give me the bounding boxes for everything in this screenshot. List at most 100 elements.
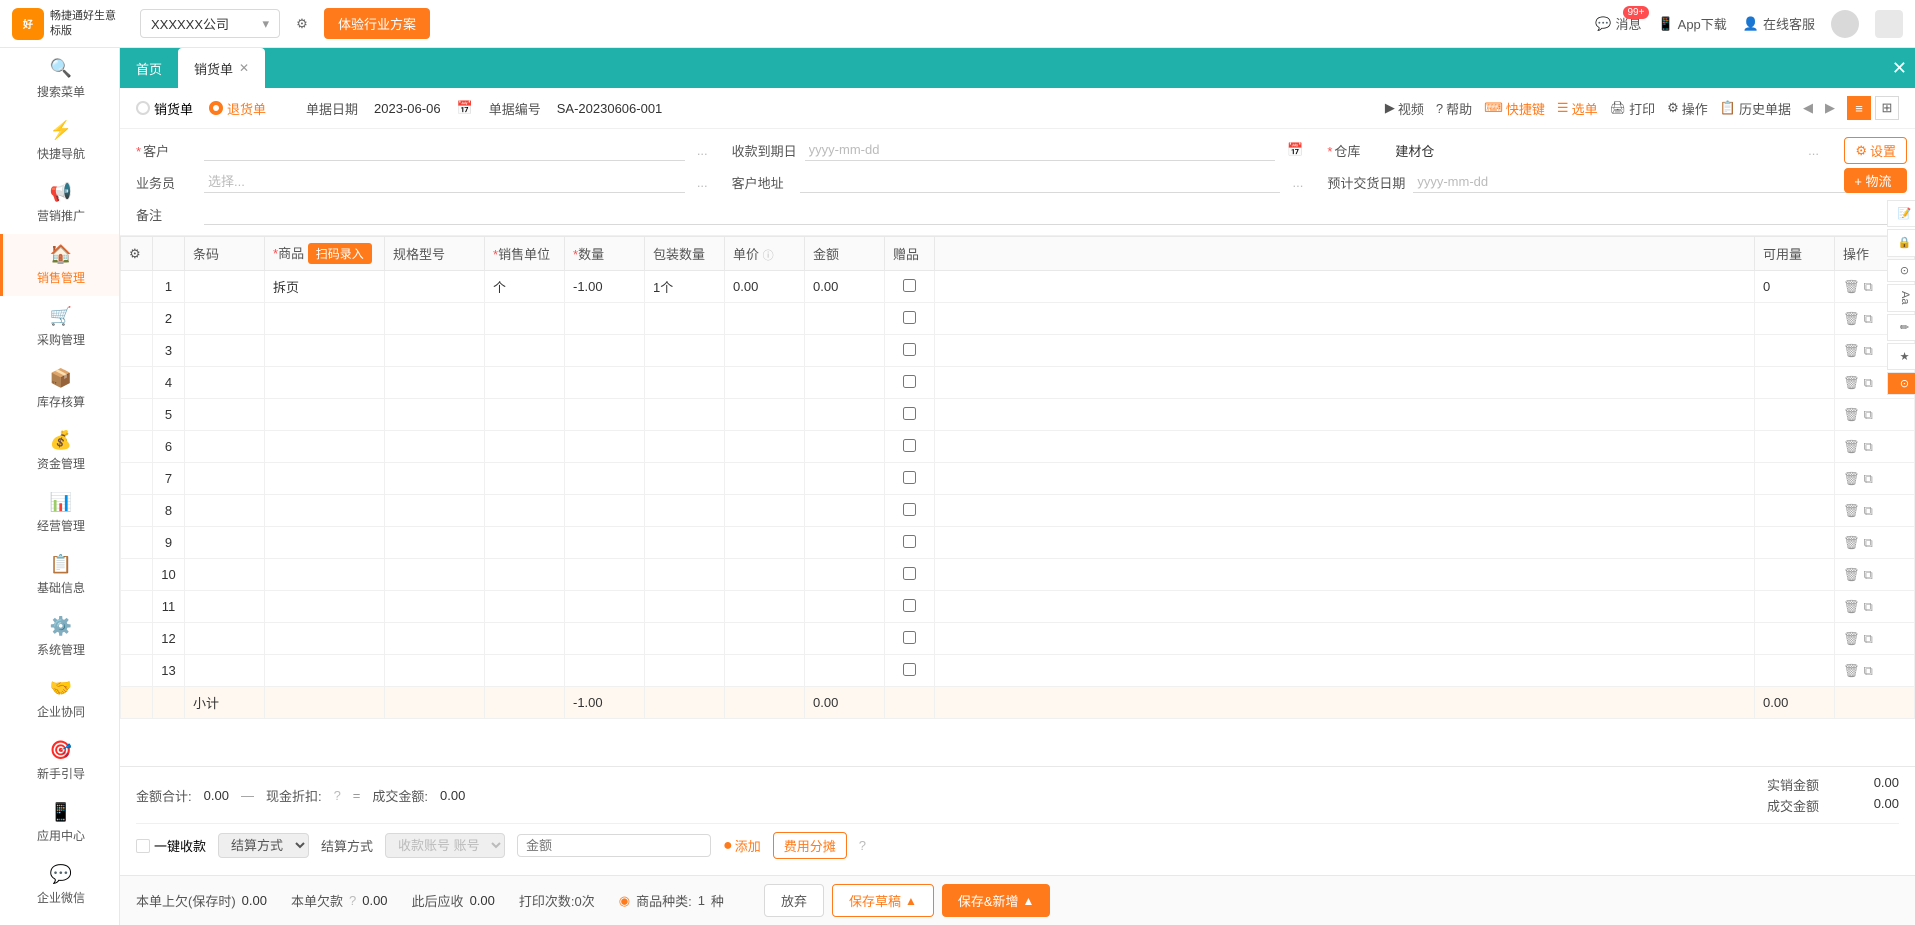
row-unit[interactable]: [485, 559, 565, 591]
delete-icon[interactable]: 🗑: [1843, 439, 1860, 455]
expense-btn[interactable]: 费用分摊: [773, 832, 847, 859]
tab-close-icon[interactable]: ✕: [239, 61, 249, 75]
row-qty[interactable]: [565, 431, 645, 463]
expense-help-icon[interactable]: ?: [859, 838, 866, 853]
delete-icon[interactable]: 🗑: [1843, 343, 1860, 359]
row-spec[interactable]: [385, 399, 485, 431]
row-spec[interactable]: [385, 303, 485, 335]
experience-btn[interactable]: 体验行业方案: [324, 8, 430, 39]
row-product[interactable]: [265, 431, 385, 463]
add-btn[interactable]: ● 添加: [723, 836, 761, 855]
row-gift[interactable]: [885, 367, 935, 399]
copy-icon[interactable]: ⧉: [1864, 503, 1873, 519]
copy-icon[interactable]: ⧉: [1864, 439, 1873, 455]
sidebar-item-marketing[interactable]: 📢 营销推广: [0, 172, 119, 234]
delete-icon[interactable]: 🗑: [1843, 311, 1860, 327]
pay-account-select[interactable]: 收款账号 账号: [385, 833, 505, 858]
float-orange-btn[interactable]: ⊙: [1887, 372, 1915, 395]
customer-addr-input[interactable]: [800, 171, 1281, 193]
row-spec[interactable]: [385, 527, 485, 559]
float-star-btn[interactable]: ★: [1887, 343, 1915, 370]
float-translate-btn[interactable]: Aa: [1887, 284, 1915, 311]
row-barcode[interactable]: [185, 303, 265, 335]
row-price[interactable]: [725, 367, 805, 399]
radio-return[interactable]: 退货单: [209, 99, 266, 118]
sidebar-item-finance[interactable]: 💰 资金管理: [0, 420, 119, 482]
cash-discount-info[interactable]: ?: [334, 788, 341, 803]
row-qty[interactable]: [565, 495, 645, 527]
row-unit[interactable]: [485, 623, 565, 655]
row-spec[interactable]: [385, 431, 485, 463]
pay-method-select[interactable]: 结算方式: [218, 833, 309, 858]
save-new-btn[interactable]: 保存&新增 ▲: [942, 884, 1051, 917]
row-gift[interactable]: [885, 527, 935, 559]
sidebar-item-purchase[interactable]: 🛒 采购管理: [0, 296, 119, 358]
row-amount[interactable]: [805, 623, 885, 655]
th-settings[interactable]: ⚙: [121, 237, 153, 271]
delete-icon[interactable]: 🗑: [1843, 567, 1860, 583]
row-price[interactable]: [725, 335, 805, 367]
row-product[interactable]: [265, 399, 385, 431]
row-unit[interactable]: [485, 399, 565, 431]
row-qty[interactable]: [565, 463, 645, 495]
row-price[interactable]: 0.00: [725, 271, 805, 303]
row-spec[interactable]: [385, 367, 485, 399]
row-product[interactable]: [265, 335, 385, 367]
delete-icon[interactable]: 🗑: [1843, 631, 1860, 647]
row-barcode[interactable]: [185, 399, 265, 431]
row-qty[interactable]: [565, 303, 645, 335]
flow-form-btn[interactable]: + 物流: [1844, 168, 1907, 193]
row-gift[interactable]: [885, 431, 935, 463]
row-price[interactable]: [725, 655, 805, 687]
row-price[interactable]: [725, 591, 805, 623]
shortcut-btn[interactable]: ⌨ 快捷键: [1484, 99, 1545, 118]
radio-sales[interactable]: 销货单: [136, 99, 193, 118]
copy-icon[interactable]: ⧉: [1864, 567, 1873, 583]
float-note-btn[interactable]: 📝: [1887, 200, 1915, 227]
row-unit[interactable]: [485, 431, 565, 463]
row-amount[interactable]: [805, 495, 885, 527]
copy-icon[interactable]: ⧉: [1864, 535, 1873, 551]
float-eye-btn[interactable]: ⊙: [1887, 259, 1915, 282]
row-barcode[interactable]: [185, 591, 265, 623]
row-pkgqty[interactable]: [645, 303, 725, 335]
copy-icon[interactable]: ⧉: [1864, 663, 1873, 679]
row-product[interactable]: [265, 463, 385, 495]
sidebar-item-enterprise[interactable]: 🤝 企业协同: [0, 668, 119, 730]
gift-checkbox[interactable]: [903, 407, 916, 420]
sidebar-item-inventory[interactable]: 📦 库存核算: [0, 358, 119, 420]
nav-prev-icon[interactable]: ◀: [1803, 100, 1813, 116]
row-product[interactable]: 拆页: [265, 271, 385, 303]
row-barcode[interactable]: [185, 463, 265, 495]
row-unit[interactable]: [485, 591, 565, 623]
row-pkgqty[interactable]: [645, 527, 725, 559]
customer-addr-dots[interactable]: ...: [1292, 175, 1303, 190]
delete-icon[interactable]: 🗑: [1843, 279, 1860, 295]
row-qty[interactable]: [565, 591, 645, 623]
sidebar-item-basic[interactable]: 📋 基础信息: [0, 544, 119, 606]
row-product[interactable]: [265, 303, 385, 335]
row-pkgqty[interactable]: [645, 655, 725, 687]
calendar-icon-due[interactable]: 📅: [1287, 142, 1303, 158]
row-spec[interactable]: [385, 623, 485, 655]
row-qty[interactable]: [565, 623, 645, 655]
company-selector[interactable]: XXXXXX公司 ▾: [140, 9, 280, 38]
row-gift[interactable]: [885, 559, 935, 591]
row-unit[interactable]: [485, 495, 565, 527]
row-barcode[interactable]: [185, 335, 265, 367]
customer-dots[interactable]: ...: [697, 143, 708, 158]
row-qty[interactable]: [565, 559, 645, 591]
row-amount[interactable]: [805, 463, 885, 495]
row-gift[interactable]: [885, 399, 935, 431]
save-draft-btn[interactable]: 保存草稿 ▲: [832, 884, 934, 917]
sidebar-item-sales[interactable]: 🏠 销售管理: [0, 234, 119, 296]
calendar-icon[interactable]: 📅: [457, 100, 473, 116]
gift-checkbox[interactable]: [903, 535, 916, 548]
row-qty[interactable]: [565, 527, 645, 559]
row-qty[interactable]: [565, 367, 645, 399]
row-product[interactable]: [265, 591, 385, 623]
gift-checkbox[interactable]: [903, 471, 916, 484]
row-amount[interactable]: [805, 399, 885, 431]
expected-date-input[interactable]: [1413, 171, 1870, 193]
row-pkgqty[interactable]: [645, 591, 725, 623]
